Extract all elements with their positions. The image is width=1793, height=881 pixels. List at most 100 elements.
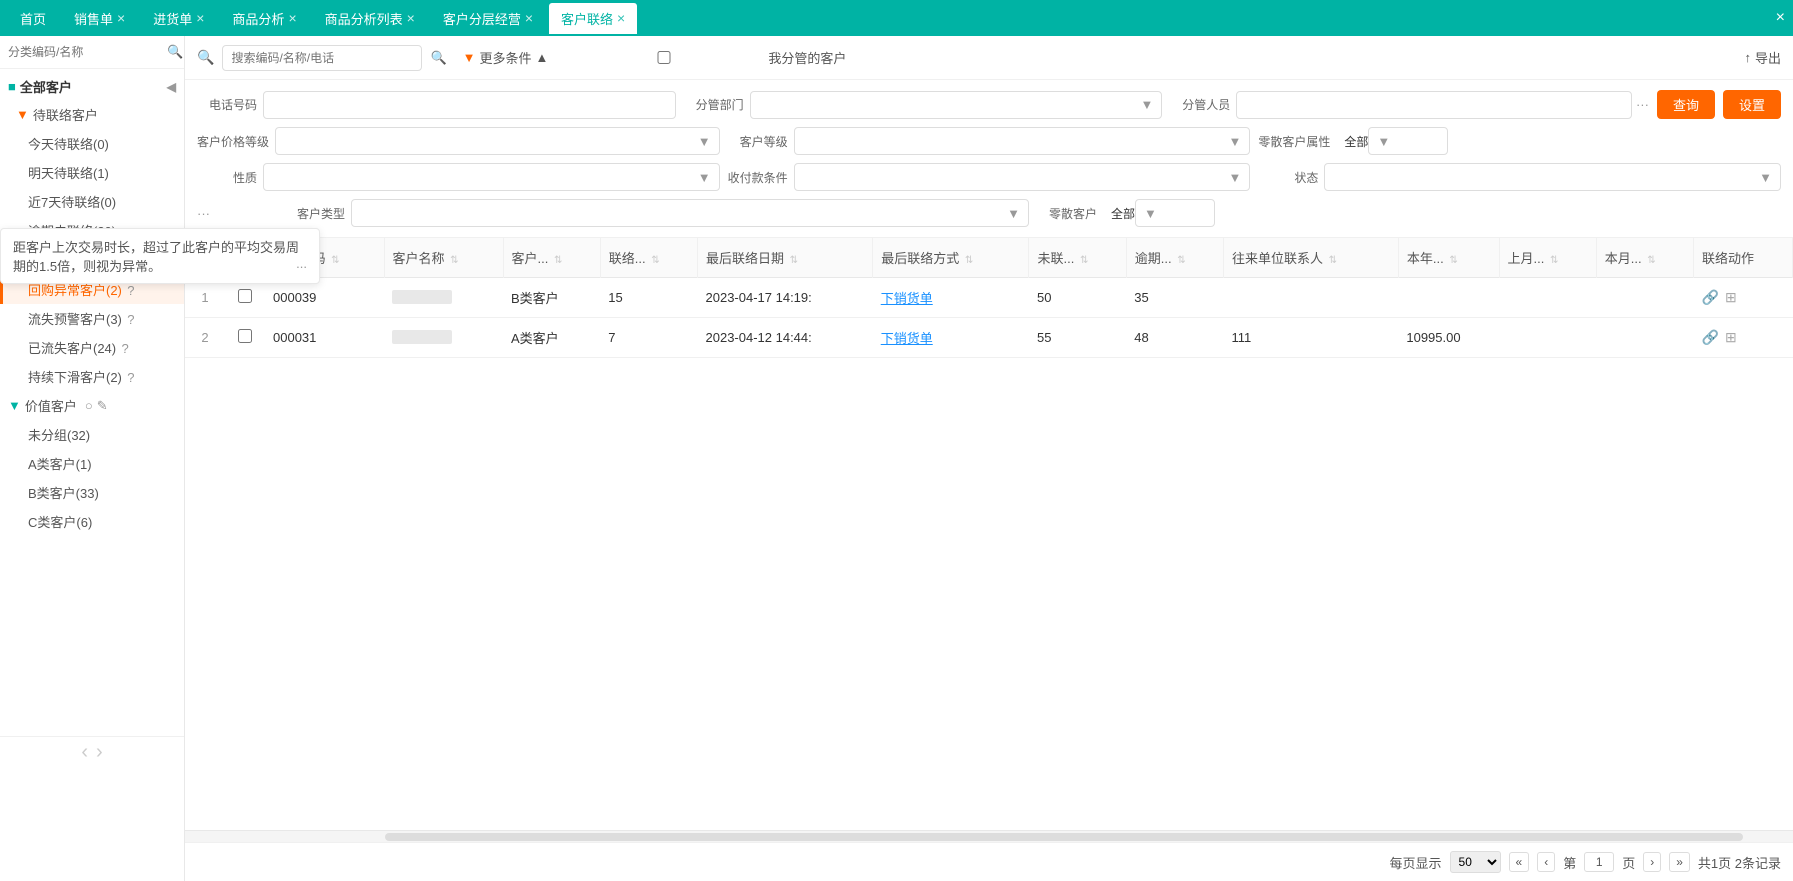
nature-arrow: ▼ (698, 170, 711, 185)
per-page-select[interactable]: 50 100 200 (1450, 851, 1501, 873)
sidebar-ungrouped[interactable]: 未分组(32) (0, 420, 184, 449)
my-customer-checkbox[interactable] (564, 51, 764, 64)
nav-customer-contact[interactable]: 客户联络 × (549, 3, 637, 34)
nav-customer-contact-close[interactable]: × (617, 10, 625, 26)
col-last-contact-date[interactable]: 最后联络日期 ⇅ (698, 238, 873, 278)
search-input[interactable] (222, 45, 422, 71)
col-last-contact-method[interactable]: 最后联络方式 ⇅ (873, 238, 1029, 278)
nav-customer-tier[interactable]: 客户分层经营 × (431, 3, 545, 34)
query-button[interactable]: 查询 (1657, 90, 1715, 119)
col-last-month-sort[interactable]: ⇅ (1550, 255, 1558, 266)
row2-select[interactable] (238, 329, 252, 343)
extra-dots[interactable]: ··· (197, 206, 210, 221)
col-contacts-sort[interactable]: ⇅ (1329, 255, 1337, 266)
sidebar-a-class[interactable]: A类客户(1) (0, 449, 184, 478)
nav-purchase[interactable]: 进货单 × (141, 3, 216, 34)
scrollbar-track[interactable] (385, 833, 1743, 841)
col-this-month-sort[interactable]: ⇅ (1647, 255, 1655, 266)
window-close-button[interactable]: × (1776, 9, 1785, 27)
dept-select[interactable]: ▼ (750, 91, 1163, 119)
sidebar-c-class[interactable]: C类客户(6) (0, 507, 184, 536)
col-uncontacted-sort[interactable]: ⇅ (1080, 255, 1088, 266)
nav-product-analysis[interactable]: 商品分析 × (220, 3, 308, 34)
col-contact-sort[interactable]: ⇅ (651, 255, 659, 266)
horizontal-scrollbar[interactable] (185, 830, 1793, 842)
nav-purchase-close[interactable]: × (196, 10, 204, 26)
settings-button[interactable]: 设置 (1723, 90, 1781, 119)
phone-input[interactable] (263, 91, 676, 119)
nav-product-analysis-close[interactable]: × (288, 10, 296, 26)
col-date-sort[interactable]: ⇅ (790, 255, 798, 266)
col-method-sort[interactable]: ⇅ (965, 255, 973, 266)
col-name[interactable]: 客户名称 ⇅ (384, 238, 503, 278)
sidebar-search-input[interactable] (8, 45, 163, 59)
row1-link-icon[interactable]: 🔗 (1702, 289, 1719, 306)
manager-input[interactable] (1236, 91, 1632, 119)
declining-help-icon[interactable]: ? (127, 370, 134, 385)
col-contacts-label: 往来单位联系人 (1232, 251, 1323, 266)
first-page-btn[interactable]: « (1509, 852, 1530, 872)
more-conditions-btn[interactable]: ▼ 更多条件 ▲ (455, 44, 557, 71)
my-customer-checkbox-area[interactable]: 我分管的客户 (564, 48, 846, 67)
price-level-select[interactable]: ▼ (275, 127, 720, 155)
row2-last-method[interactable]: 下销货单 (873, 318, 1029, 358)
sidebar-lost-actual[interactable]: 已流失客户(24) ? (0, 333, 184, 362)
col-overdue[interactable]: 逾期... ⇅ (1126, 238, 1223, 278)
col-year-sort[interactable]: ⇅ (1449, 255, 1457, 266)
pending-group[interactable]: ▼ 待联络客户 (0, 100, 184, 129)
sidebar-scroll-left[interactable]: ‹ (81, 741, 88, 764)
sidebar-lost-pre[interactable]: 流失预警客户(3) ? (0, 304, 184, 333)
col-code-sort[interactable]: ⇅ (331, 255, 339, 266)
col-overdue-sort[interactable]: ⇅ (1177, 255, 1185, 266)
sidebar-7day-pending[interactable]: 近7天待联络(0) (0, 187, 184, 216)
status-select[interactable]: ▼ (1324, 163, 1781, 191)
col-last-month[interactable]: 上月... ⇅ (1499, 238, 1596, 278)
nav-product-list-close[interactable]: × (407, 10, 415, 26)
col-year-amount[interactable]: 本年... ⇅ (1398, 238, 1499, 278)
sidebar-today-pending[interactable]: 今天待联络(0) (0, 129, 184, 158)
row1-method-link[interactable]: 下销货单 (881, 291, 933, 306)
sidebar-search-icon[interactable]: 🔍 (167, 44, 183, 60)
row1-select[interactable] (238, 289, 252, 303)
col-customer-level[interactable]: 客户... ⇅ (503, 238, 600, 278)
col-contacts[interactable]: 往来单位联系人 ⇅ (1223, 238, 1398, 278)
scatter-customer-select[interactable]: ▼ (1135, 199, 1215, 227)
col-uncontacted[interactable]: 未联... ⇅ (1029, 238, 1126, 278)
next-page-btn[interactable]: › (1643, 852, 1661, 872)
scatter-attr-select[interactable]: ▼ (1368, 127, 1448, 155)
nature-select[interactable]: ▼ (263, 163, 720, 191)
nav-product-analysis-list[interactable]: 商品分析列表 × (313, 3, 427, 34)
nav-sales-close[interactable]: × (117, 10, 125, 26)
sidebar-scroll-right[interactable]: › (96, 741, 103, 764)
manager-dots[interactable]: ··· (1636, 97, 1649, 112)
export-btn[interactable]: ↑ 导出 (1744, 48, 1781, 67)
search-btn[interactable]: 🔍 (430, 50, 446, 66)
lost-actual-help-icon[interactable]: ? (121, 341, 128, 356)
dept-field: 分管部门 ▼ (684, 91, 1163, 119)
col-contact-count[interactable]: 联络... ⇅ (600, 238, 697, 278)
collapse-btn[interactable]: ◀ (167, 80, 176, 94)
col-name-sort[interactable]: ⇅ (450, 255, 458, 266)
value-group-add[interactable]: ✎ (97, 398, 108, 414)
sidebar-b-class[interactable]: B类客户(33) (0, 478, 184, 507)
prev-page-btn[interactable]: ‹ (1537, 852, 1555, 872)
repurchase-help-icon[interactable]: ? (127, 283, 134, 298)
col-this-month[interactable]: 本月... ⇅ (1596, 238, 1693, 278)
row2-method-link[interactable]: 下销货单 (881, 331, 933, 346)
nav-home[interactable]: 首页 (8, 3, 58, 34)
payment-select[interactable]: ▼ (794, 163, 1251, 191)
col-level-sort[interactable]: ⇅ (554, 255, 562, 266)
last-page-btn[interactable]: » (1669, 852, 1690, 872)
sidebar-declining[interactable]: 持续下滑客户(2) ? (0, 362, 184, 391)
row2-link-icon[interactable]: 🔗 (1702, 329, 1719, 346)
value-group-edit[interactable]: ○ (85, 398, 93, 413)
nav-customer-tier-close[interactable]: × (525, 10, 533, 26)
customer-level-select[interactable]: ▼ (794, 127, 1251, 155)
lost-pre-help-icon[interactable]: ? (127, 312, 134, 327)
customer-type-select[interactable]: ▼ (351, 199, 1029, 227)
row1-grid-icon[interactable]: ⊞ (1725, 289, 1737, 306)
row2-grid-icon[interactable]: ⊞ (1725, 329, 1737, 346)
nav-sales[interactable]: 销售单 × (62, 3, 137, 34)
row1-last-method[interactable]: 下销货单 (873, 278, 1029, 318)
sidebar-tomorrow-pending[interactable]: 明天待联络(1) (0, 158, 184, 187)
